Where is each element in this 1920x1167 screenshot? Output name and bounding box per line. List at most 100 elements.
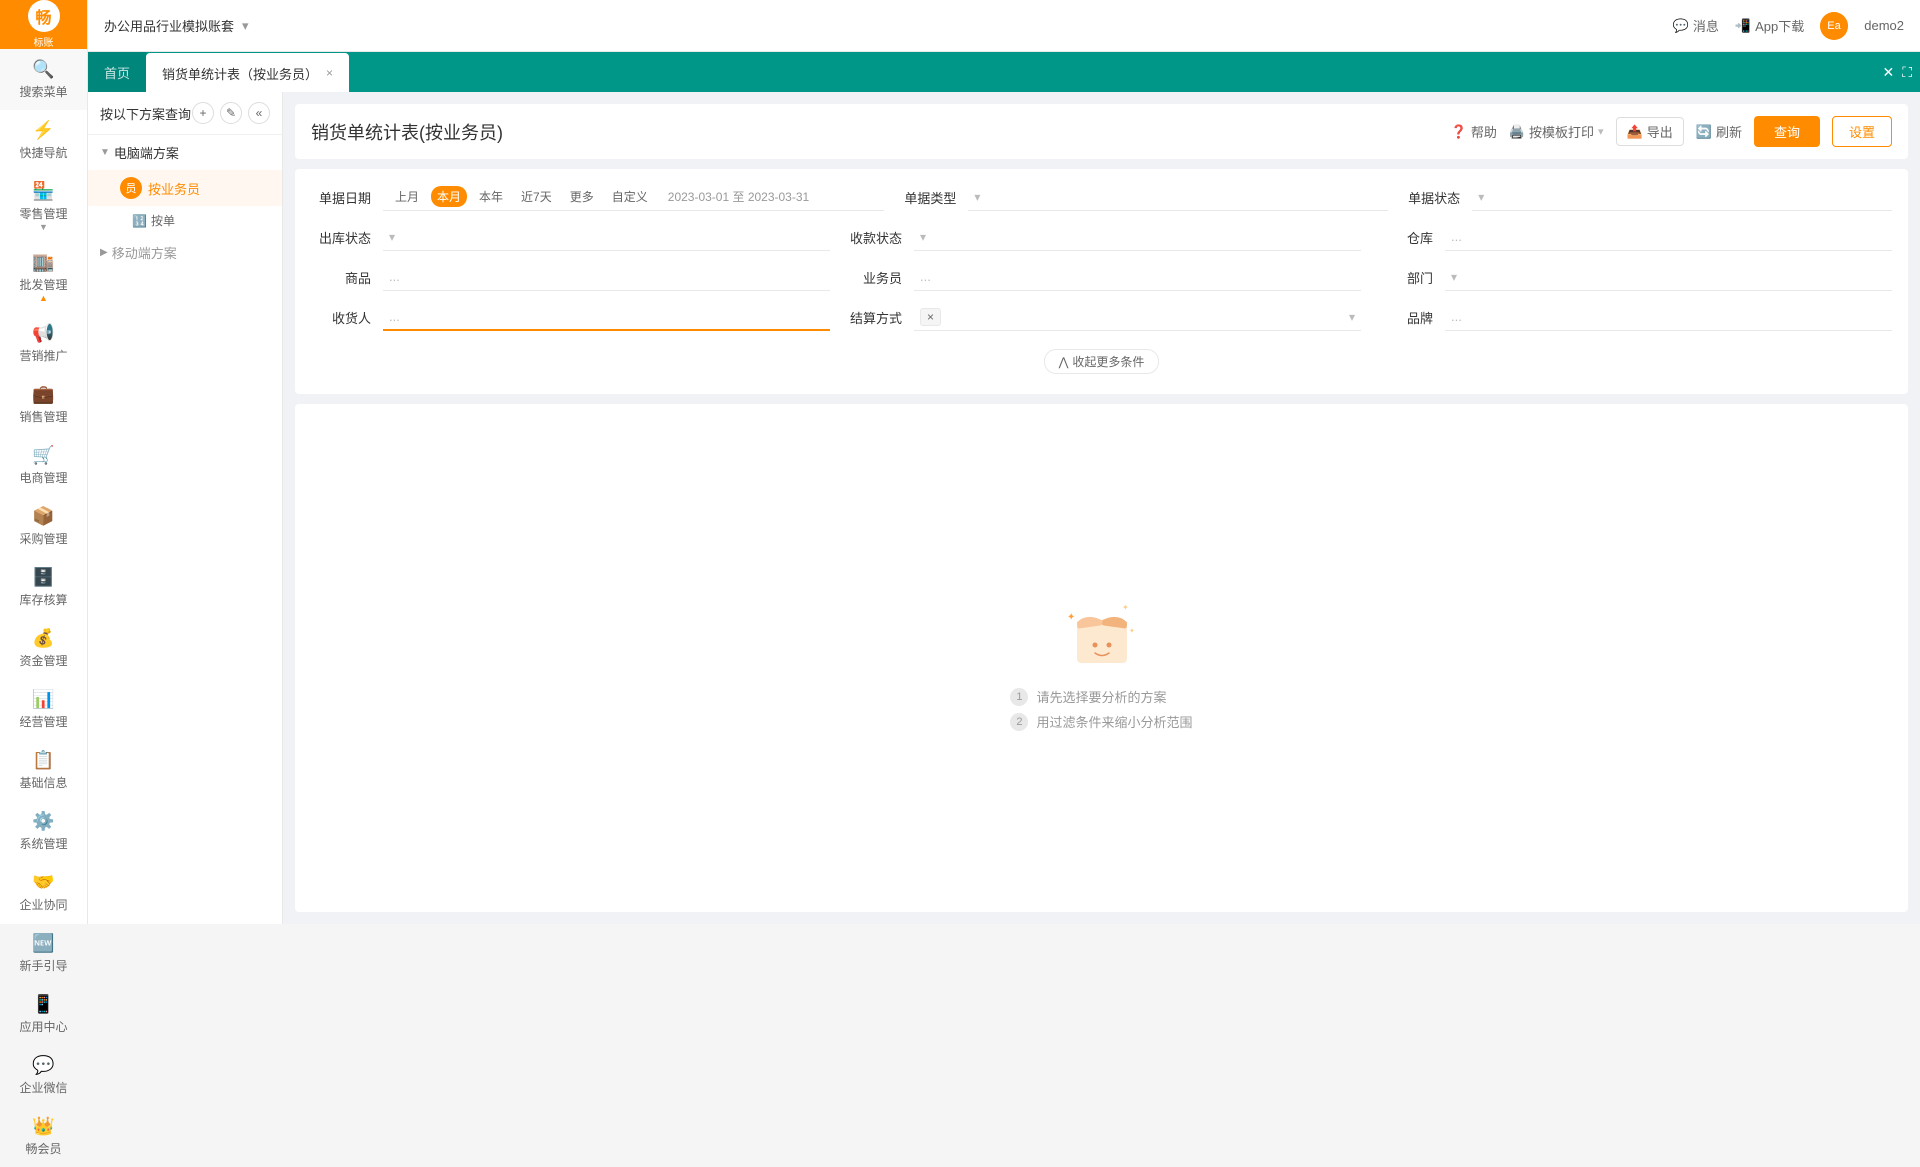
- date-tab-thisyear[interactable]: 本年: [473, 186, 509, 207]
- salesman-more[interactable]: ...: [920, 269, 931, 284]
- tab-sales-stat[interactable]: 销货单统计表（按业务员） ×: [146, 53, 349, 93]
- brand-filter[interactable]: ...: [1445, 303, 1892, 331]
- date-tab-custom[interactable]: 自定义: [606, 186, 654, 207]
- sidebar-item-retail[interactable]: 🏪 零售管理 ▼: [0, 171, 87, 242]
- doc-status-filter[interactable]: ▾: [1472, 183, 1892, 211]
- date-tab-more[interactable]: 更多: [564, 186, 600, 207]
- scheme-item-byorder[interactable]: 🔢 按单: [88, 206, 282, 235]
- out-status-filter[interactable]: ▾: [383, 223, 830, 251]
- goods-filter[interactable]: ...: [383, 263, 830, 291]
- sales-icon: 💼: [32, 384, 54, 405]
- warehouse-more[interactable]: ...: [1451, 229, 1462, 244]
- date-tab-7days[interactable]: 近7天: [515, 186, 558, 207]
- scheme-group-mobile-header[interactable]: ▶ 移动端方案: [88, 235, 282, 270]
- sidebar-item-ecommerce[interactable]: 🛒 电商管理: [0, 435, 87, 496]
- collect-status-filter[interactable]: ▾: [914, 223, 1361, 251]
- sidebar-basic-label: 基础信息: [19, 774, 67, 791]
- payment-tag[interactable]: ×: [920, 308, 941, 326]
- sidebar-item-search[interactable]: 🔍 搜索菜单: [0, 49, 87, 110]
- help-action[interactable]: ❓ 帮助: [1451, 122, 1497, 141]
- user-avatar[interactable]: [1820, 12, 1848, 40]
- app-download-action[interactable]: 📲 App下载: [1735, 16, 1804, 35]
- salesman-scheme-label: 按业务员: [148, 179, 200, 198]
- sidebar-item-marketing[interactable]: 📢 营销推广: [0, 313, 87, 374]
- warehouse-filter[interactable]: ...: [1445, 223, 1892, 251]
- logo-text: 畅: [35, 4, 51, 28]
- sidebar-item-ops[interactable]: 📊 经营管理: [0, 679, 87, 740]
- print-dropdown-icon[interactable]: ▾: [1598, 125, 1604, 138]
- salesman-filter[interactable]: ...: [914, 263, 1361, 291]
- sidebar-item-corpwechat[interactable]: 💬 企业微信: [0, 1045, 87, 1106]
- consignee-more[interactable]: ...: [389, 309, 400, 324]
- query-button[interactable]: 查询: [1754, 116, 1820, 147]
- app-title-dropdown[interactable]: ▾: [242, 18, 249, 34]
- date-tab-thismonth[interactable]: 本月: [431, 186, 467, 207]
- sidebar-item-member[interactable]: 👑 畅会员: [0, 1106, 87, 1167]
- sidebar-appcenter-label: 应用中心: [19, 1018, 67, 1035]
- sidebar-ops-label: 经营管理: [19, 713, 67, 730]
- refresh-action[interactable]: 🔄 刷新: [1696, 122, 1742, 141]
- goods-more[interactable]: ...: [389, 269, 400, 284]
- doc-type-filter[interactable]: ▾: [968, 183, 1388, 211]
- collect-status-dropdown-icon[interactable]: ▾: [920, 230, 926, 244]
- ecommerce-icon: 🛒: [32, 445, 54, 466]
- dept-dropdown-icon[interactable]: ▾: [1451, 270, 1457, 284]
- svg-text:✦: ✦: [1129, 627, 1135, 635]
- dept-filter[interactable]: ▾: [1445, 263, 1892, 291]
- sidebar-item-wholesale[interactable]: 🏬 批发管理 ▲: [0, 242, 87, 313]
- collapse-icon: ⋀: [1059, 355, 1069, 369]
- export-label: 导出: [1647, 122, 1673, 141]
- page-title: 销货单统计表(按业务员): [311, 119, 503, 145]
- sidebar-item-basic[interactable]: 📋 基础信息: [0, 740, 87, 801]
- content-area: 按以下方案查询 + ✎ « ▼ 电脑端方案 员 按业务员 🔢: [88, 92, 1920, 924]
- out-status-dropdown-icon[interactable]: ▾: [389, 230, 395, 244]
- sidebar-item-appcenter[interactable]: 📱 应用中心: [0, 984, 87, 1045]
- scheme-collapse-button[interactable]: «: [248, 102, 270, 124]
- collect-status-label: 收款状态: [842, 228, 902, 247]
- message-label: 消息: [1693, 16, 1719, 35]
- sidebar-item-quicknav[interactable]: ⚡ 快捷导航: [0, 110, 87, 171]
- date-tab-lastmonth[interactable]: 上月: [389, 186, 425, 207]
- scheme-item-salesman[interactable]: 员 按业务员: [88, 170, 282, 206]
- payment-dropdown-icon[interactable]: ▾: [1349, 310, 1355, 324]
- doc-type-dropdown-icon[interactable]: ▾: [974, 190, 980, 204]
- collapse-label: 收起更多条件: [1072, 353, 1144, 370]
- scheme-group-desktop-header[interactable]: ▼ 电脑端方案: [88, 135, 282, 170]
- logo[interactable]: 畅 标账: [0, 0, 87, 49]
- sidebar-item-finance[interactable]: 💰 资金管理: [0, 618, 87, 679]
- sidebar-item-purchase[interactable]: 📦 采购管理: [0, 496, 87, 557]
- help-icon: ❓: [1451, 124, 1467, 140]
- user-name[interactable]: demo2: [1864, 18, 1904, 33]
- warehouse-label: 仓库: [1373, 228, 1433, 247]
- tab-close-icon[interactable]: ×: [326, 66, 333, 80]
- setting-button[interactable]: 设置: [1832, 116, 1892, 147]
- tab-expand-icon[interactable]: ⛶: [1902, 64, 1912, 81]
- print-action[interactable]: 🖨️ 按模板打印 ▾: [1509, 122, 1604, 141]
- export-action[interactable]: 📤 导出: [1616, 117, 1684, 146]
- sidebar-item-newuser[interactable]: 🆕 新手引导: [0, 923, 87, 984]
- sidebar-item-sales[interactable]: 💼 销售管理: [0, 374, 87, 435]
- date-label: 单据日期: [311, 188, 371, 207]
- collapse-button[interactable]: ⋀ 收起更多条件: [1044, 349, 1160, 374]
- scheme-edit-button[interactable]: ✎: [220, 102, 242, 124]
- search-icon: 🔍: [32, 59, 54, 80]
- sidebar-item-inventory[interactable]: 🗄️ 库存核算: [0, 557, 87, 618]
- right-panel: 销货单统计表(按业务员) ❓ 帮助 🖨️ 按模板打印 ▾ 📤 导出: [283, 92, 1920, 924]
- avatar-image: [1820, 12, 1848, 40]
- tab-close-all-icon[interactable]: ✕: [1882, 64, 1894, 81]
- brand-more[interactable]: ...: [1451, 309, 1462, 324]
- scheme-group-mobile: ▶ 移动端方案: [88, 235, 282, 270]
- scheme-add-button[interactable]: +: [192, 102, 214, 124]
- left-panel: 按以下方案查询 + ✎ « ▼ 电脑端方案 员 按业务员 🔢: [88, 92, 283, 924]
- mobile-chevron: ▶: [100, 247, 108, 258]
- app-download-label: App下载: [1755, 16, 1804, 35]
- consignee-filter[interactable]: ...: [383, 303, 830, 331]
- sidebar-item-enterprise[interactable]: 🤝 企业协同: [0, 862, 87, 923]
- doc-status-dropdown-icon[interactable]: ▾: [1478, 190, 1484, 204]
- sidebar-item-system[interactable]: ⚙️ 系统管理: [0, 801, 87, 862]
- tab-home[interactable]: 首页: [88, 52, 146, 92]
- sidebar-ecommerce-label: 电商管理: [19, 469, 67, 486]
- message-action[interactable]: 💬 消息: [1673, 16, 1719, 35]
- payment-tag-x[interactable]: ×: [927, 310, 934, 324]
- consignee-label: 收货人: [311, 308, 371, 327]
